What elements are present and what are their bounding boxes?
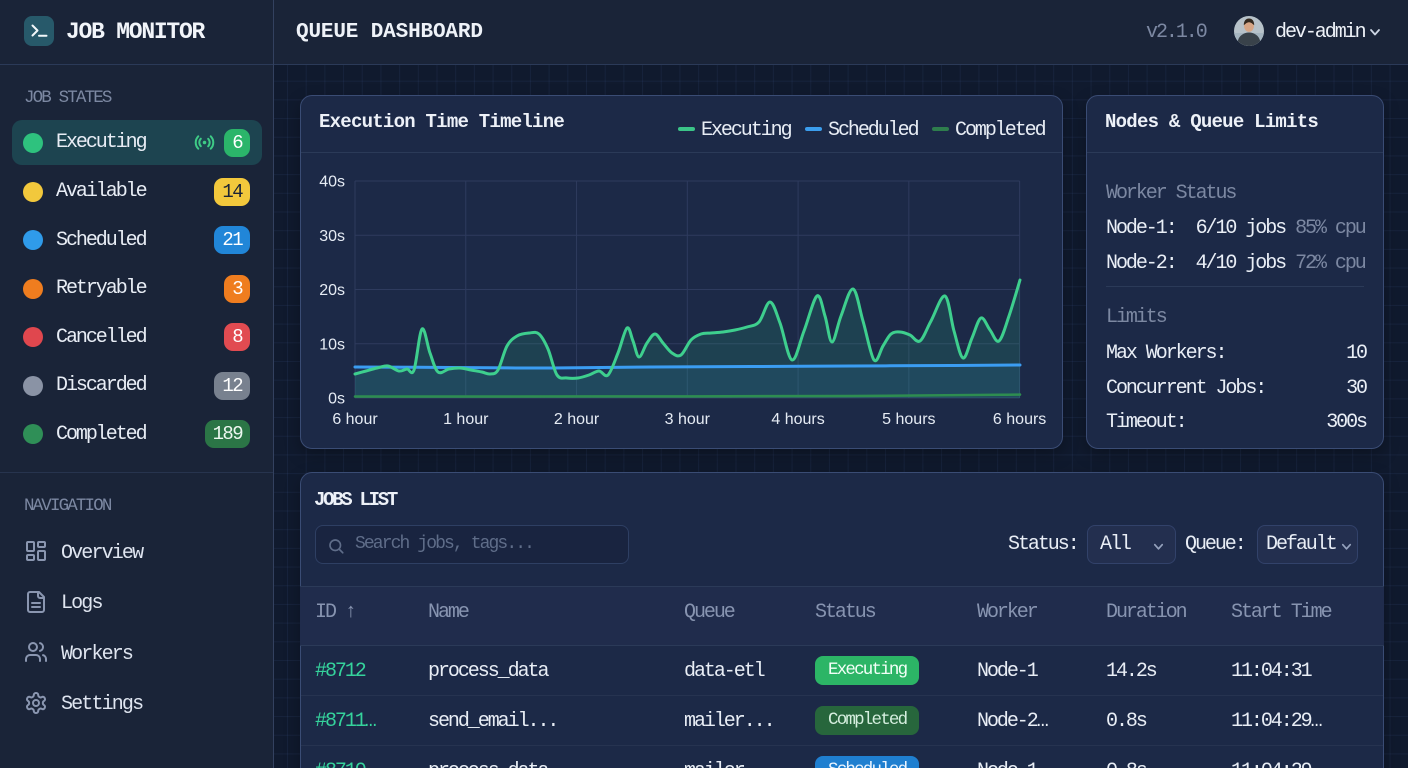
svg-text:10s: 10s: [319, 336, 345, 353]
svg-text:0s: 0s: [328, 391, 345, 408]
svg-text:5 hours: 5 hours: [882, 411, 935, 428]
svg-text:30s: 30s: [319, 228, 345, 245]
svg-text:6 hour: 6 hour: [332, 411, 378, 428]
svg-text:6 hours: 6 hours: [993, 411, 1046, 428]
svg-text:20s: 20s: [319, 282, 345, 299]
svg-text:1 hour: 1 hour: [443, 411, 489, 428]
svg-text:2 hour: 2 hour: [554, 411, 600, 428]
svg-text:40s: 40s: [319, 174, 345, 191]
svg-text:4 hours: 4 hours: [771, 411, 824, 428]
svg-text:3 hour: 3 hour: [665, 411, 711, 428]
